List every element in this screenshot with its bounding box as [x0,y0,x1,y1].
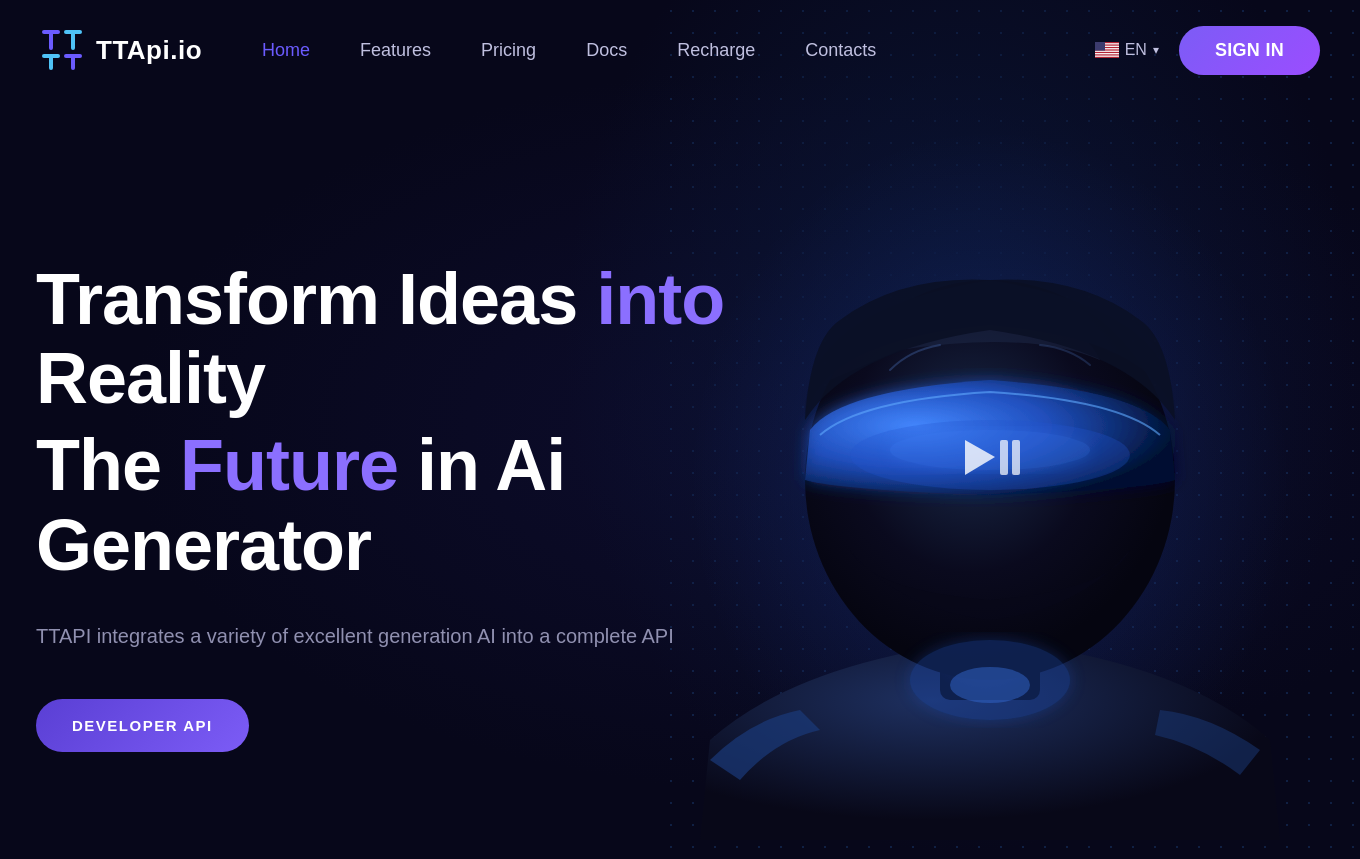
logo-link[interactable]: TTApi.io [40,28,202,72]
language-label: EN [1125,41,1147,59]
nav-features[interactable]: Features [360,40,431,61]
nav-links: Home Features Pricing Docs Recharge Cont… [262,40,1095,61]
svg-rect-18 [71,54,75,70]
nav-home[interactable]: Home [262,40,310,61]
svg-point-5 [890,430,1090,470]
svg-rect-25 [1095,56,1119,57]
nav-right: EN ▾ SIGN IN [1095,26,1320,75]
headline-highlight-future: Future [180,425,398,505]
svg-rect-8 [1012,440,1020,475]
hero-section: TTApi.io Home Features Pricing Docs Rech… [0,0,1360,859]
headline-line1: Transform Ideas into Reality [36,260,796,418]
nav-docs[interactable]: Docs [586,40,627,61]
headline-line2: The Future in Ai Generator [36,426,796,584]
nav-contacts[interactable]: Contacts [805,40,876,61]
svg-rect-14 [71,30,75,50]
sign-in-button[interactable]: SIGN IN [1179,26,1320,75]
nav-pricing[interactable]: Pricing [481,40,536,61]
flag-icon [1095,42,1119,58]
navbar: TTApi.io Home Features Pricing Docs Rech… [0,0,1360,100]
logo-text: TTApi.io [96,35,202,66]
svg-rect-23 [1095,51,1119,52]
svg-point-10 [950,667,1030,703]
nav-recharge[interactable]: Recharge [677,40,755,61]
language-selector[interactable]: EN ▾ [1095,41,1159,59]
svg-rect-16 [49,54,53,70]
developer-api-button[interactable]: DEVELOPER API [36,699,249,752]
logo-icon [40,28,84,72]
svg-rect-12 [49,30,53,50]
chevron-down-icon: ▾ [1153,43,1159,57]
hero-subtext: TTAPI integrates a variety of excellent … [36,621,736,651]
headline-highlight-into: into [596,259,724,339]
svg-rect-26 [1095,42,1105,51]
hero-content: Transform Ideas into Reality The Future … [36,260,796,752]
svg-rect-24 [1095,53,1119,54]
svg-rect-7 [1000,440,1008,475]
